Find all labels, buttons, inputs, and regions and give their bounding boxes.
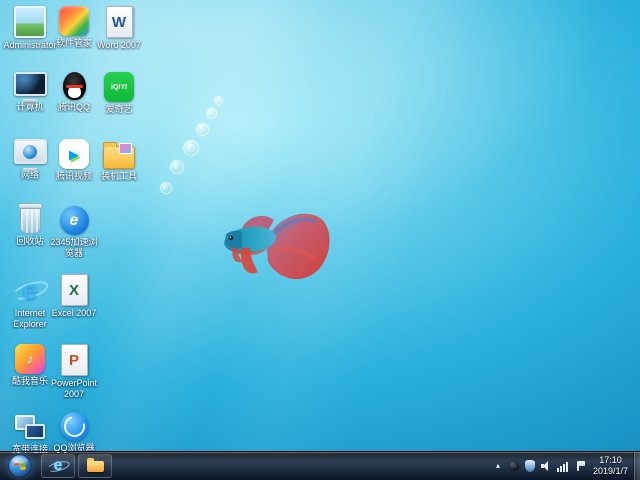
recycle-bin-icon [17,203,43,234]
start-button[interactable] [5,452,35,480]
broadband-icon [15,412,45,442]
tray-hidden-icons-arrow[interactable]: ▴ [493,462,503,470]
icon-glyph: ▶ [69,146,79,162]
taskbar: e ▴ 17:10 2019/1/7 [0,451,640,480]
taskbar-button-internet-explorer[interactable]: e [41,454,75,478]
tray-qq-tray-icon[interactable] [508,461,519,471]
desktop-icon-iqiyi[interactable]: iQIYI 爱奇艺 [91,72,147,115]
clock-date: 2019/1/7 [592,466,628,476]
tray-action-center-flag[interactable] [575,460,585,472]
powerpoint-2007-icon: P [60,344,88,376]
taskbar-buttons: e [41,454,112,478]
icon-glyph: P [68,351,79,369]
tencent-video-icon: ▶ [59,139,89,169]
tray-volume-icon[interactable] [540,460,551,472]
install-tools-icon [103,142,135,169]
iqiyi-icon: iQIYI [104,72,134,102]
icon-label: Word 2007 [97,40,141,50]
qq-browser-icon [59,412,89,441]
icon-glyph: X [68,281,79,299]
desktop-icon-install-tools[interactable]: 装机工具 [91,139,147,182]
desktop-icon-grid: Administrator 软件管家 W Word 2007 计算机 腾讯QQ … [0,0,640,454]
icon-label: 装机工具 [100,171,137,181]
show-desktop-button[interactable] [633,452,640,480]
tray-icons: ▴ [493,460,585,472]
desktop[interactable]: Administrator 软件管家 W Word 2007 计算机 腾讯QQ … [0,0,640,454]
network-icon [13,139,47,164]
icon-glyph: e [22,274,38,305]
icon-glyph: e [69,211,79,229]
clock-time: 17:10 [599,454,622,465]
windows-explorer-icon [86,457,104,472]
system-tray: ▴ 17:10 2019/1/7 [493,452,640,480]
tray-clock[interactable]: 17:10 2019/1/7 [593,455,628,478]
tray-security-shield-icon[interactable] [524,460,535,472]
internet-explorer-icon: e [14,274,46,306]
2345-browser-icon: e [59,206,89,235]
excel-2007-icon: X [60,274,88,306]
icon-label: 2345加速浏览器 [50,237,98,258]
computer-icon [13,72,47,96]
icon-glyph: ♪ [26,350,34,368]
administrator-icon [14,6,46,38]
desktop-icon-powerpoint-2007[interactable]: P PowerPoint 2007 [46,344,102,399]
icon-label: Excel 2007 [51,308,97,318]
desktop-icon-excel-2007[interactable]: X Excel 2007 [46,274,102,319]
icon-glyph: W [111,13,127,31]
software-manager-icon [59,6,89,36]
tencent-qq-icon [62,72,86,100]
screen: Administrator 软件管家 W Word 2007 计算机 腾讯QQ … [0,0,640,480]
tray-network-icon[interactable] [556,460,569,472]
icon-label: PowerPoint 2007 [50,378,98,399]
internet-explorer-icon: e [48,456,68,476]
windows-orb-icon [8,454,32,478]
icon-label: 爱奇艺 [105,104,133,114]
icon-glyph: iQIYI [111,83,127,91]
taskbar-button-windows-explorer[interactable] [78,454,112,478]
kuwo-music-icon: ♪ [15,344,45,374]
word-2007-icon: W [105,6,133,38]
desktop-icon-2345-browser[interactable]: e 2345加速浏览器 [46,206,102,258]
desktop-icon-word-2007[interactable]: W Word 2007 [91,6,147,51]
desktop-icon-qq-browser[interactable]: QQ浏览器 [46,412,102,454]
